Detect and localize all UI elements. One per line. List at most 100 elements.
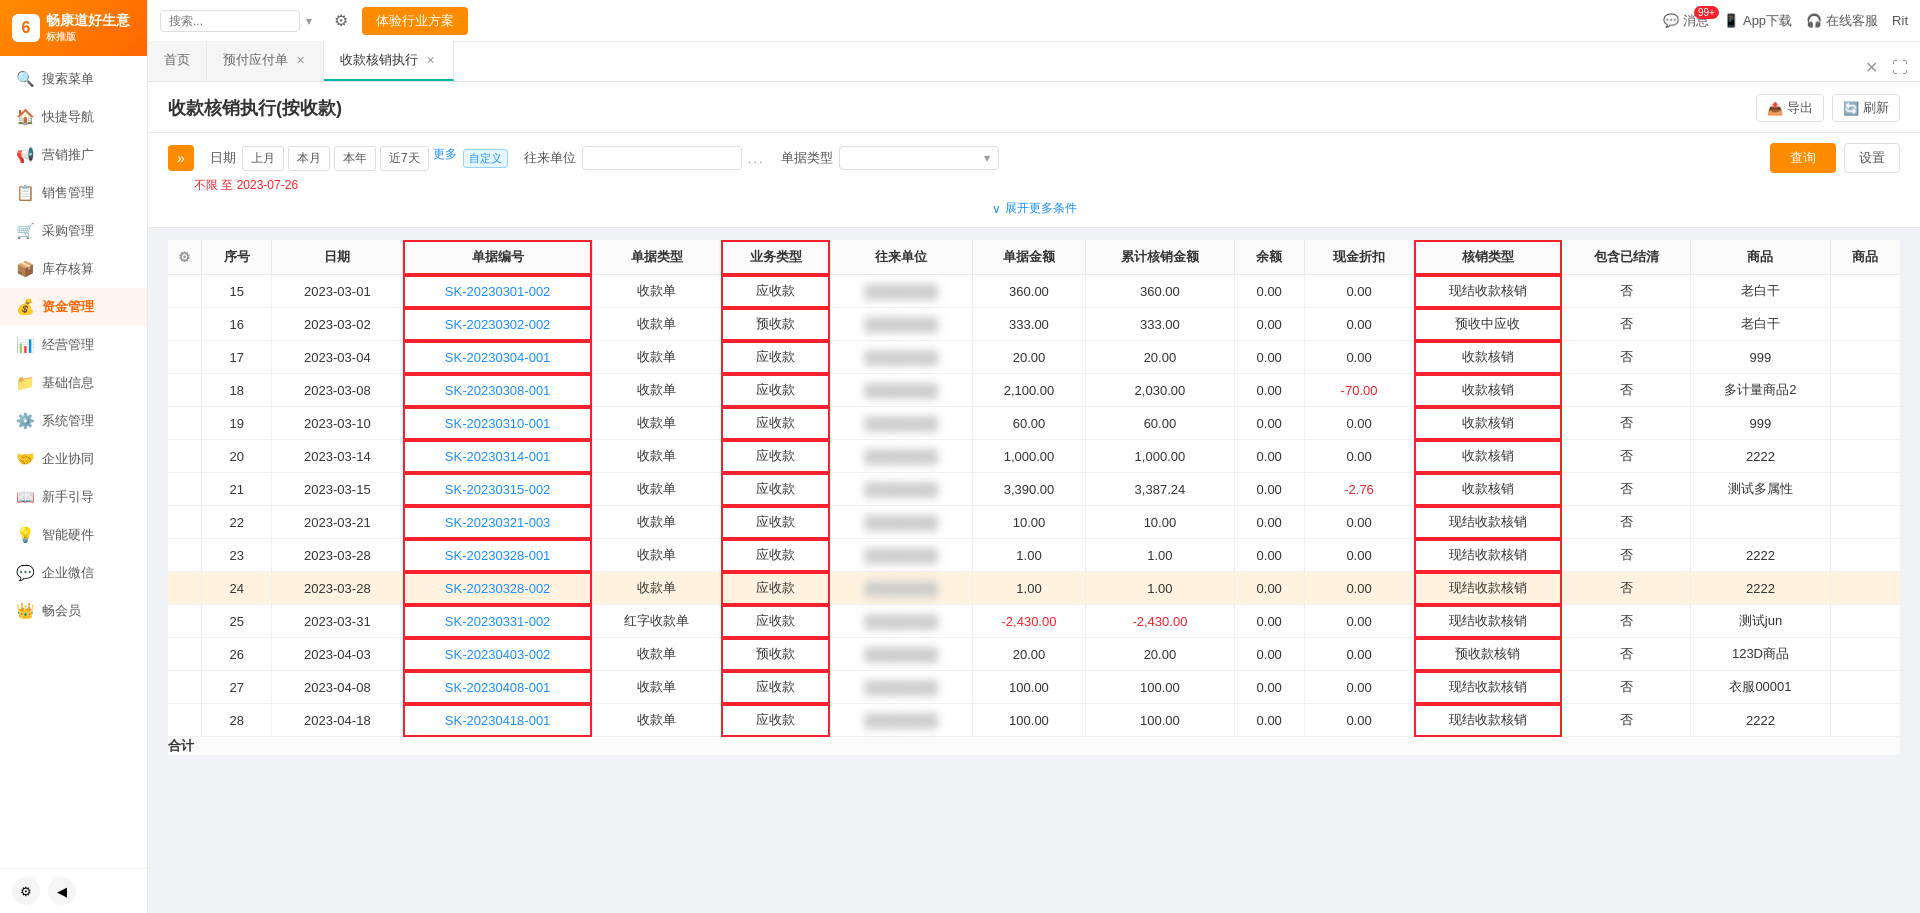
query-button[interactable]: 查询 — [1770, 143, 1836, 173]
topbar-chevron-icon[interactable]: ▾ — [306, 14, 312, 28]
partner-input[interactable] — [582, 146, 742, 170]
table-row[interactable]: 21 2023-03-15 SK-20230315-002 收款单 应收款 ██… — [168, 473, 1900, 506]
sidebar-item-basic[interactable]: 📁基础信息 — [0, 364, 147, 402]
operations-icon: 📊 — [16, 336, 34, 354]
filter-date-more[interactable]: 更多 — [433, 146, 457, 171]
filter-date-7days[interactable]: 近7天 — [380, 146, 429, 171]
th-balance: 余额 — [1234, 240, 1304, 275]
sidebar-item-hardware[interactable]: 💡智能硬件 — [0, 516, 147, 554]
page-content: 收款核销执行(按收款) 📤 导出 🔄 刷新 » 日期 上月 — [148, 82, 1920, 913]
tab-collection[interactable]: 收款核销执行 ✕ — [324, 41, 454, 81]
page-header-actions: 📤 导出 🔄 刷新 — [1756, 94, 1900, 122]
table-row[interactable]: 28 2023-04-18 SK-20230418-001 收款单 应收款 ██… — [168, 704, 1900, 737]
sidebar: 6 畅康道好生意 标推版 🔍搜索菜单🏠快捷导航📢营销推广📋销售管理🛒采购管理📦库… — [0, 0, 148, 913]
voucher-link[interactable]: SK-20230314-001 — [445, 449, 551, 464]
sidebar-item-marketing[interactable]: 📢营销推广 — [0, 136, 147, 174]
th-gear[interactable]: ⚙ — [168, 240, 202, 275]
tab-home[interactable]: 首页 — [148, 41, 207, 81]
sidebar-item-system[interactable]: ⚙️系统管理 — [0, 402, 147, 440]
th-partner: 往来单位 — [830, 240, 972, 275]
topbar-gear-icon[interactable]: ⚙ — [330, 7, 352, 34]
voucher-link[interactable]: SK-20230328-002 — [445, 581, 551, 596]
expand-more-button[interactable]: ∨ 展开更多条件 — [168, 200, 1900, 217]
sidebar-item-sales[interactable]: 📋销售管理 — [0, 174, 147, 212]
sidebar-bottom: ⚙ ◀ — [0, 868, 147, 913]
app-download-button[interactable]: 📱 App下载 — [1723, 12, 1792, 30]
custom-date-tag[interactable]: 自定义 — [463, 149, 508, 168]
tabbar-spacer — [454, 79, 1853, 81]
sidebar-item-quicknav[interactable]: 🏠快捷导航 — [0, 98, 147, 136]
sidebar-item-finance[interactable]: 💰 资金管理 — [0, 288, 147, 326]
wechat-icon: 💬 — [16, 564, 34, 582]
voucher-type-select[interactable]: ▾ — [839, 146, 999, 170]
table-row[interactable]: 27 2023-04-08 SK-20230408-001 收款单 应收款 ██… — [168, 671, 1900, 704]
table-row[interactable]: 17 2023-03-04 SK-20230304-001 收款单 应收款 ██… — [168, 341, 1900, 374]
select-arrow-icon: ▾ — [984, 151, 990, 165]
sidebar-item-guide[interactable]: 📖新手引导 — [0, 478, 147, 516]
table-row[interactable]: 26 2023-04-03 SK-20230403-002 收款单 预收款 ██… — [168, 638, 1900, 671]
sidebar-item-member[interactable]: 👑畅会员 — [0, 592, 147, 630]
partner-dots[interactable]: ... — [748, 151, 765, 166]
sidebar-item-purchase[interactable]: 🛒采购管理 — [0, 212, 147, 250]
setting-button[interactable]: 设置 — [1844, 143, 1900, 173]
voucher-link[interactable]: SK-20230418-001 — [445, 713, 551, 728]
table-row[interactable]: 24 2023-03-28 SK-20230328-002 收款单 应收款 ██… — [168, 572, 1900, 605]
table-row[interactable]: 20 2023-03-14 SK-20230314-001 收款单 应收款 ██… — [168, 440, 1900, 473]
messages-button[interactable]: 💬 消息 99+ — [1663, 12, 1709, 30]
table-row[interactable]: 16 2023-03-02 SK-20230302-002 收款单 预收款 ██… — [168, 308, 1900, 341]
filter-expand-button[interactable]: » — [168, 145, 194, 171]
filter-date-this-month[interactable]: 本月 — [288, 146, 330, 171]
tab-expand-icon[interactable]: ⛶ — [1888, 55, 1912, 81]
table-row[interactable]: 18 2023-03-08 SK-20230308-001 收款单 应收款 ██… — [168, 374, 1900, 407]
voucher-link[interactable]: SK-20230301-002 — [445, 284, 551, 299]
sidebar-nav: 🔍搜索菜单🏠快捷导航📢营销推广📋销售管理🛒采购管理📦库存核算 💰 资金管理 📊经营管理… — [0, 56, 147, 868]
finance-icon: 💰 — [16, 298, 34, 316]
sales-icon: 📋 — [16, 184, 34, 202]
sidebar-item-inventory[interactable]: 📦库存核算 — [0, 250, 147, 288]
voucher-link[interactable]: SK-20230304-001 — [445, 350, 551, 365]
voucher-link[interactable]: SK-20230310-001 — [445, 416, 551, 431]
sidebar-item-label: 资金管理 — [42, 298, 94, 316]
sidebar-logo: 6 畅康道好生意 标推版 — [0, 0, 147, 56]
inventory-icon: 📦 — [16, 260, 34, 278]
sidebar-item-label: 智能硬件 — [42, 526, 94, 544]
th-include-settled: 包含已结清 — [1562, 240, 1691, 275]
voucher-link[interactable]: SK-20230328-001 — [445, 548, 551, 563]
guide-icon: 📖 — [16, 488, 34, 506]
sidebar-item-search[interactable]: 🔍搜索菜单 — [0, 60, 147, 98]
headset-icon: 🎧 — [1806, 13, 1822, 28]
tab-close-collection[interactable]: ✕ — [424, 53, 437, 68]
sidebar-item-operations[interactable]: 📊经营管理 — [0, 326, 147, 364]
voucher-link[interactable]: SK-20230315-002 — [445, 482, 551, 497]
tab-prepay[interactable]: 预付应付单 ✕ — [207, 41, 324, 81]
table-row[interactable]: 22 2023-03-21 SK-20230321-003 收款单 应收款 ██… — [168, 506, 1900, 539]
table-row[interactable]: 15 2023-03-01 SK-20230301-002 收款单 应收款 ██… — [168, 275, 1900, 308]
topbar-search-input[interactable] — [160, 10, 300, 32]
online-service-button[interactable]: 🎧 在线客服 — [1806, 12, 1878, 30]
filter-date-last-month[interactable]: 上月 — [242, 146, 284, 171]
voucher-link[interactable]: SK-20230408-001 — [445, 680, 551, 695]
collapse-icon[interactable]: ◀ — [48, 877, 76, 905]
sidebar-item-enterprise[interactable]: 🤝企业协同 — [0, 440, 147, 478]
sidebar-item-wechat[interactable]: 💬企业微信 — [0, 554, 147, 592]
th-date: 日期 — [272, 240, 403, 275]
table-row[interactable]: 19 2023-03-10 SK-20230310-001 收款单 应收款 ██… — [168, 407, 1900, 440]
filter-date-this-year[interactable]: 本年 — [334, 146, 376, 171]
voucher-link[interactable]: SK-20230308-001 — [445, 383, 551, 398]
sidebar-item-label: 系统管理 — [42, 412, 94, 430]
settings-icon[interactable]: ⚙ — [12, 877, 40, 905]
table-row[interactable]: 25 2023-03-31 SK-20230331-002 红字收款单 应收款 … — [168, 605, 1900, 638]
voucher-link[interactable]: SK-20230403-002 — [445, 647, 551, 662]
refresh-button[interactable]: 🔄 刷新 — [1832, 94, 1900, 122]
voucher-link[interactable]: SK-20230302-002 — [445, 317, 551, 332]
voucher-link[interactable]: SK-20230321-003 — [445, 515, 551, 530]
export-button[interactable]: 📤 导出 — [1756, 94, 1824, 122]
table-row[interactable]: 23 2023-03-28 SK-20230328-001 收款单 应收款 ██… — [168, 539, 1900, 572]
refresh-icon: 🔄 — [1843, 101, 1859, 116]
voucher-link[interactable]: SK-20230331-002 — [445, 614, 551, 629]
tab-close-icon[interactable]: ✕ — [1861, 54, 1882, 81]
tab-close-prepay[interactable]: ✕ — [294, 53, 307, 68]
solution-button[interactable]: 体验行业方案 — [362, 7, 468, 35]
th-goods: 商品 — [1691, 240, 1831, 275]
user-info[interactable]: Rit — [1892, 13, 1908, 28]
